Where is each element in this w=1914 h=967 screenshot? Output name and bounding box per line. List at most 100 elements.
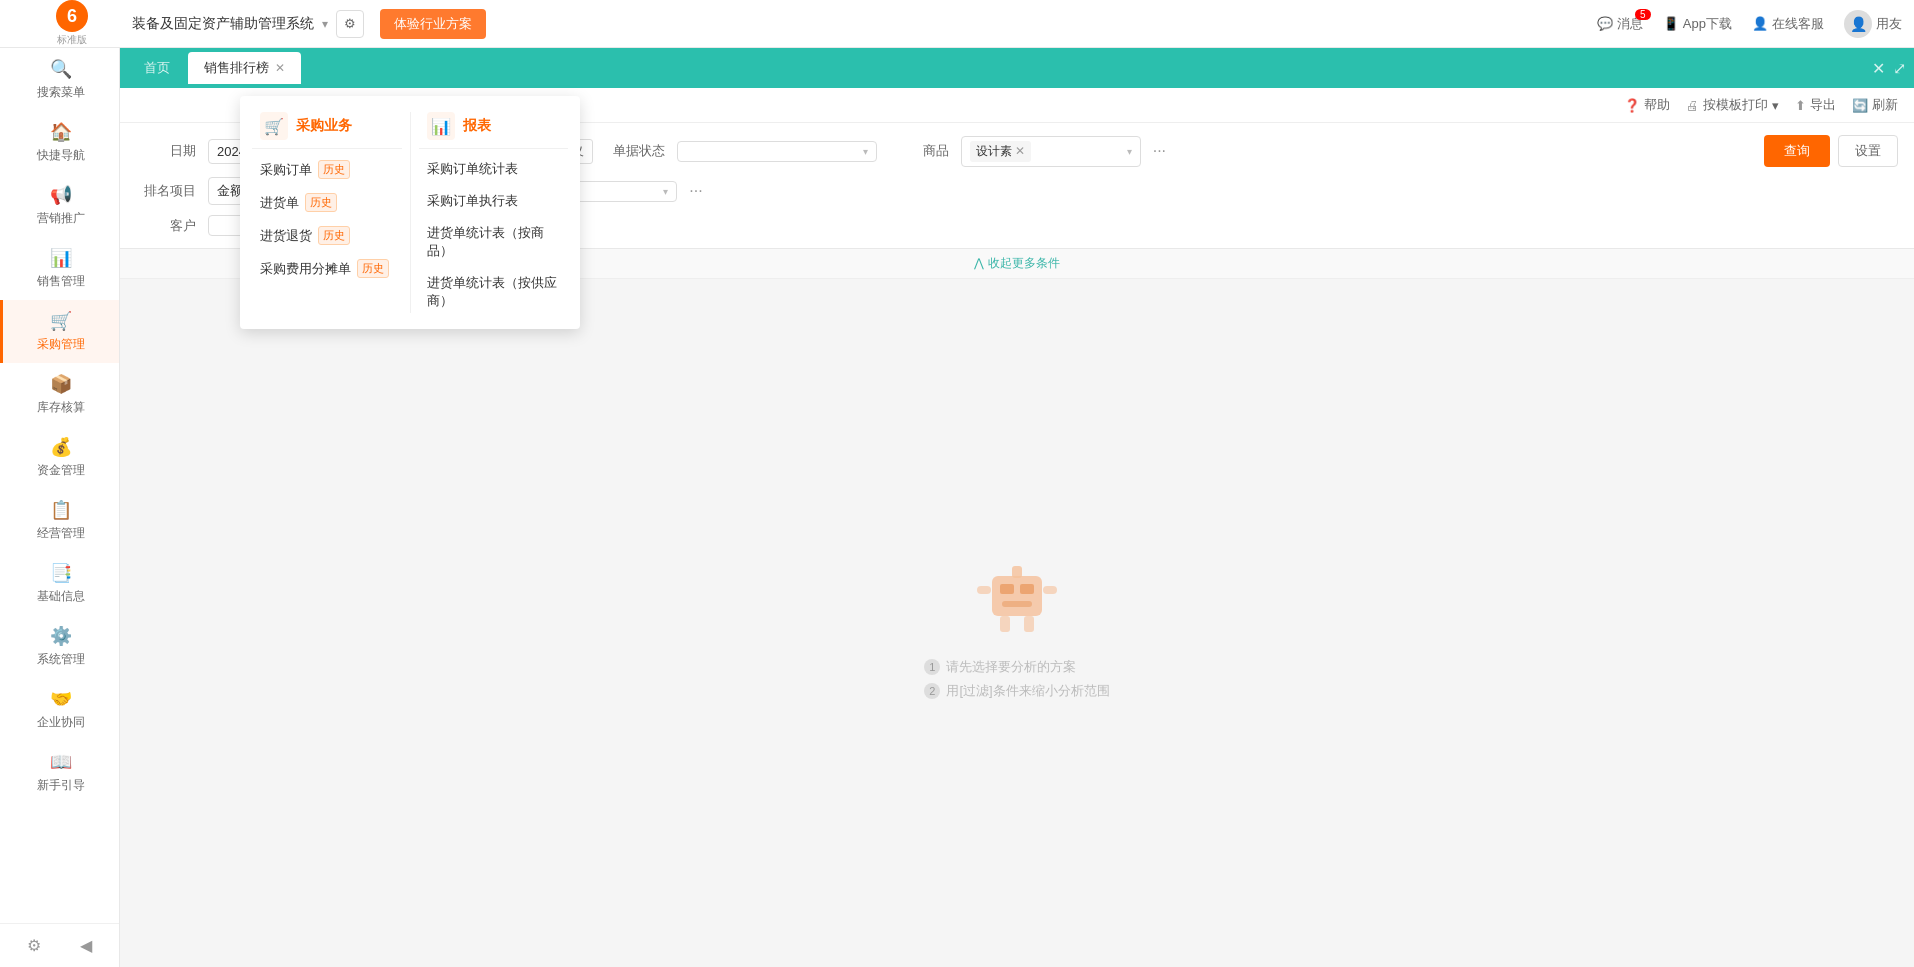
report-col-icon: 📊: [427, 112, 455, 140]
sidebar-settings-button[interactable]: ⚙: [27, 936, 41, 955]
online-service-button[interactable]: 👤 在线客服: [1752, 15, 1824, 33]
avatar: 👤: [1844, 10, 1872, 38]
tab-bar-right: ✕ ⤢: [1872, 59, 1906, 78]
header-right: 💬 消息 5 📱 App下载 👤 在线客服 👤 用友: [1597, 10, 1902, 38]
tab-bar-close-icon[interactable]: ✕: [1872, 59, 1885, 78]
tab-close-icon[interactable]: ✕: [275, 62, 285, 74]
tab-home[interactable]: 首页: [128, 52, 186, 84]
sidebar-item-sales[interactable]: 📊 销售管理: [0, 237, 119, 300]
tab-sales-rank[interactable]: 销售排行榜 ✕: [188, 52, 301, 84]
goods-tag-close-icon[interactable]: ✕: [1015, 144, 1025, 158]
salesperson-arrow-icon: ▾: [663, 186, 668, 197]
sidebar-item-inventory[interactable]: 📦 库存核算: [0, 363, 119, 426]
history-badge: 历史: [357, 259, 389, 278]
user-menu-button[interactable]: 👤 用友: [1844, 10, 1902, 38]
dropdown-item-return[interactable]: 进货退货 历史: [252, 219, 402, 252]
date-label: 日期: [136, 142, 196, 160]
export-icon: ⬆: [1795, 98, 1806, 113]
industry-button[interactable]: 体验行业方案: [380, 9, 486, 39]
message-badge: 5: [1635, 9, 1651, 20]
dropdown-item-purchase-order[interactable]: 采购订单 历史: [252, 153, 402, 186]
message-button[interactable]: 💬 消息 5: [1597, 15, 1643, 33]
customer-label: 客户: [136, 217, 196, 235]
svg-rect-0: [992, 576, 1042, 616]
collapse-up-icon: ⋀: [974, 256, 984, 270]
purchase-col-header: 🛒 采购业务: [252, 108, 402, 149]
refresh-icon: 🔄: [1852, 98, 1868, 113]
empty-text: 1 请先选择要分析的方案 2 用[过滤]条件来缩小分析范围: [924, 658, 1109, 700]
print-icon: 🖨: [1686, 98, 1699, 113]
guide-icon: 📖: [50, 751, 72, 773]
purchase-col-icon: 🛒: [260, 112, 288, 140]
logo-text: 标准版: [57, 33, 87, 47]
history-badge: 历史: [318, 160, 350, 179]
svg-rect-1: [1000, 584, 1014, 594]
home-icon: 🏠: [50, 121, 72, 143]
dropdown-item-incoming-supplier[interactable]: 进货单统计表（按供应商）: [419, 267, 569, 317]
doc-status-arrow-icon: ▾: [863, 146, 868, 157]
svg-rect-7: [1000, 616, 1010, 632]
sidebar-item-finance[interactable]: 💰 资金管理: [0, 426, 119, 489]
empty-tip-2: 2 用[过滤]条件来缩小分析范围: [924, 682, 1109, 700]
dropdown-purchase-col: 🛒 采购业务 采购订单 历史 进货单 历史 进货退货 历史: [252, 108, 402, 317]
content-area: 首页 销售排行榜 ✕ ✕ ⤢ ❓ 帮助 🖨 按模板打印 ▾ ⬆: [120, 48, 1914, 967]
dropdown-item-incoming-goods[interactable]: 进货单统计表（按商品）: [419, 217, 569, 267]
operation-icon: 📋: [50, 499, 72, 521]
dropdown-item-expense[interactable]: 采购费用分摊单 历史: [252, 252, 402, 285]
dropdown-report-col: 📊 报表 采购订单统计表 采购订单执行表 进货单统计表（按商品） 进货单统计表（…: [419, 108, 569, 317]
print-arrow-icon[interactable]: ▾: [1772, 98, 1779, 113]
system-title: 装备及固定资产辅助管理系统: [132, 15, 314, 33]
sidebar-collapse-button[interactable]: ◀: [80, 936, 92, 955]
logo-icon: 6: [56, 0, 88, 32]
sidebar-item-guide[interactable]: 📖 新手引导: [0, 741, 119, 804]
history-badge: 历史: [318, 226, 350, 245]
svg-rect-6: [1043, 586, 1057, 594]
dropdown-item-order-stat[interactable]: 采购订单统计表: [419, 153, 569, 185]
help-button[interactable]: ❓ 帮助: [1624, 96, 1670, 114]
search-button[interactable]: 查询: [1764, 135, 1830, 167]
doc-status-select[interactable]: ▾: [677, 141, 877, 162]
salesperson-more-icon[interactable]: ···: [689, 182, 702, 200]
sidebar-item-system[interactable]: ⚙️ 系统管理: [0, 615, 119, 678]
main-layout: 🔍 搜索菜单 🏠 快捷导航 📢 营销推广 📊 销售管理 🛒 采购管理 📦 库存核…: [0, 48, 1914, 967]
dropdown-item-incoming[interactable]: 进货单 历史: [252, 186, 402, 219]
dropdown-item-order-exec[interactable]: 采购订单执行表: [419, 185, 569, 217]
system-title-area: 装备及固定资产辅助管理系统 ▾ ⚙ 体验行业方案: [132, 9, 1597, 39]
sidebar-item-basic[interactable]: 📑 基础信息: [0, 552, 119, 615]
help-icon: ❓: [1624, 98, 1640, 113]
svg-rect-4: [1012, 566, 1022, 578]
title-arrow-icon[interactable]: ▾: [322, 17, 328, 31]
app-download-button[interactable]: 📱 App下载: [1663, 15, 1732, 33]
tab-bar: 首页 销售排行榜 ✕ ✕ ⤢: [120, 48, 1914, 88]
marketing-icon: 📢: [50, 184, 72, 206]
goods-more-icon[interactable]: ···: [1153, 142, 1166, 160]
top-header: 6 标准版 装备及固定资产辅助管理系统 ▾ ⚙ 体验行业方案 💬 消息 5 📱 …: [0, 0, 1914, 48]
doc-status-label: 单据状态: [605, 142, 665, 160]
divider: [410, 112, 411, 313]
rank-label: 排名项目: [136, 182, 196, 200]
sales-icon: 📊: [50, 247, 72, 269]
corp-icon: 🤝: [50, 688, 72, 710]
message-icon: 💬: [1597, 16, 1613, 31]
settings-icon-button[interactable]: ⚙: [336, 10, 364, 38]
tab-bar-expand-icon[interactable]: ⤢: [1893, 59, 1906, 78]
empty-state: 1 请先选择要分析的方案 2 用[过滤]条件来缩小分析范围: [120, 279, 1914, 967]
report-col-header: 📊 报表: [419, 108, 569, 149]
sidebar-item-marketing[interactable]: 📢 营销推广: [0, 174, 119, 237]
sidebar-item-nav[interactable]: 🏠 快捷导航: [0, 111, 119, 174]
sidebar-item-operation[interactable]: 📋 经营管理: [0, 489, 119, 552]
phone-icon: 📱: [1663, 16, 1679, 31]
export-button[interactable]: ⬆ 导出: [1795, 96, 1836, 114]
dropdown-cols: 🛒 采购业务 采购订单 历史 进货单 历史 进货退货 历史: [240, 108, 580, 317]
sidebar-item-purchase[interactable]: 🛒 采购管理: [0, 300, 119, 363]
sidebar-item-search[interactable]: 🔍 搜索菜单: [0, 48, 119, 111]
svg-rect-5: [977, 586, 991, 594]
sidebar-item-corp[interactable]: 🤝 企业协同: [0, 678, 119, 741]
goods-label: 商品: [889, 142, 949, 160]
print-button[interactable]: 🖨 按模板打印 ▾: [1686, 96, 1779, 114]
refresh-button[interactable]: 🔄 刷新: [1852, 96, 1898, 114]
goods-select[interactable]: 设计素 ✕ ▾: [961, 136, 1141, 167]
sidebar-bottom: ⚙ ◀: [0, 923, 119, 967]
filter-settings-button[interactable]: 设置: [1838, 135, 1898, 167]
service-icon: 👤: [1752, 16, 1768, 31]
